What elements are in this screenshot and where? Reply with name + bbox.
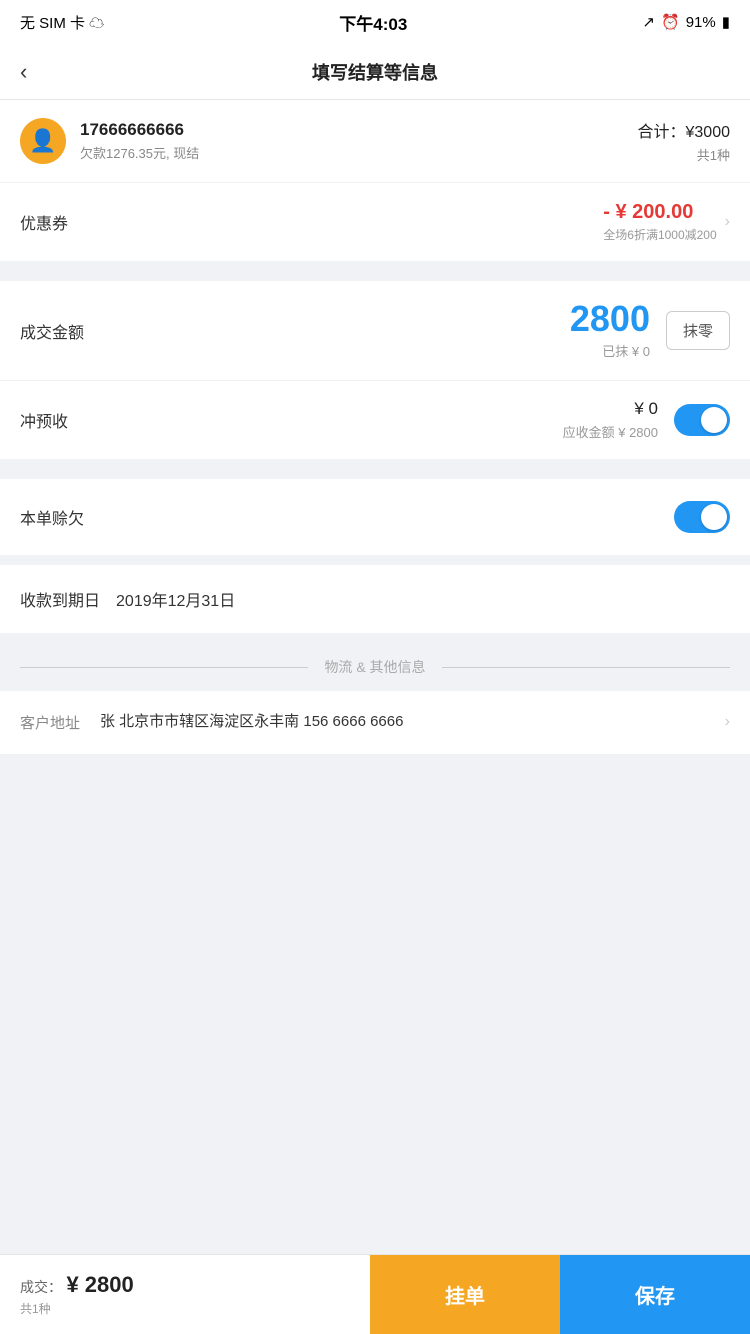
status-right: ↗ ⏰ 91% ▮ [642,13,730,31]
status-bar: 无 SIM 卡 ☁ 下午4:03 ↗ ⏰ 91% ▮ [0,0,750,44]
page-title: 填写结算等信息 [312,59,438,85]
address-row[interactable]: 客户地址 张 北京市市辖区海淀区永丰南 156 6666 6666 › [0,691,750,754]
amount-label: 成交金额 [20,319,84,343]
item-count: 共1种 [637,145,730,164]
avatar: 👤 [20,118,66,164]
amount-value: 2800 [570,301,650,337]
round-button[interactable]: 抹零 [666,311,730,350]
battery-icon: ▮ [722,13,730,31]
content: 👤 17666666666 欠款1276.35元, 现结 合计：¥3000 共1… [0,100,750,1034]
coupon-label: 优惠券 [20,210,68,234]
coupon-amount: - ¥ 200.00 [603,201,716,224]
precollect-amount: ¥ 0 [563,399,658,419]
bottom-bar: 成交： ¥ 2800 共1种 挂单 保存 [0,1254,750,1334]
total-value: ¥3000 [686,124,731,141]
bottom-summary: 成交： ¥ 2800 共1种 [0,1272,370,1317]
duedate-value: 2019年12月31日 [116,587,235,611]
back-button[interactable]: ‹ [20,59,27,85]
coupon-right: - ¥ 200.00 全场6折满1000减200 › [603,201,730,243]
coupon-info: - ¥ 200.00 全场6折满1000减200 [603,201,716,243]
logistics-label: 物流 & 其他信息 [324,657,425,677]
precollect-toggle[interactable] [674,404,730,436]
duedate-row: 收款到期日 2019年12月31日 [0,565,750,633]
precollect-value-wrap: ¥ 0 应收金额 ¥ 2800 [563,399,658,441]
precollect-sub: 应收金额 ¥ 2800 [563,422,658,441]
sim-status: 无 SIM 卡 ☁ [20,12,104,33]
nav-bar: ‹ 填写结算等信息 [0,44,750,100]
customer-row: 👤 17666666666 欠款1276.35元, 现结 合计：¥3000 共1… [0,100,750,182]
total-amount: 合计：¥3000 [637,118,730,142]
amount-sub: 已抹 ¥ 0 [570,341,650,360]
status-time: 下午4:03 [339,10,407,35]
amount-value-wrap: 2800 已抹 ¥ 0 [570,301,650,360]
deal-label: 成交： [20,1279,62,1295]
customer-card: 👤 17666666666 欠款1276.35元, 现结 合计：¥3000 共1… [0,100,750,261]
customer-debt: 欠款1276.35元, 现结 [80,143,199,162]
duedate-label: 收款到期日 [20,587,100,611]
divider-line-left [20,667,308,668]
status-left: 无 SIM 卡 ☁ [20,12,104,33]
debt-label: 本单赊欠 [20,505,84,529]
coupon-row[interactable]: 优惠券 - ¥ 200.00 全场6折满1000减200 › [0,182,750,261]
precollect-row: 冲预收 ¥ 0 应收金额 ¥ 2800 [0,380,750,459]
divider-line-right [442,667,730,668]
customer-info: 17666666666 欠款1276.35元, 现结 [80,120,199,162]
address-value: 张 北京市市辖区海淀区永丰南 156 6666 6666 [100,711,725,734]
amount-card: 成交金额 2800 已抹 ¥ 0 抹零 冲预收 ¥ 0 应收金额 ¥ 2800 [0,281,750,459]
address-label: 客户地址 [20,712,80,733]
section-divider-1 [0,271,750,281]
alarm-icon: ⏰ [661,13,680,31]
customer-right: 合计：¥3000 共1种 [637,118,730,164]
deal-count: 共1种 [20,1300,350,1317]
save-button[interactable]: 保存 [560,1255,750,1334]
customer-phone: 17666666666 [80,120,199,140]
location-icon: ↗ [642,13,655,31]
amount-right: 2800 已抹 ¥ 0 抹零 [570,301,730,360]
precollect-right: ¥ 0 应收金额 ¥ 2800 [563,399,730,441]
deal-amount: ¥ 2800 [66,1272,133,1297]
hold-button[interactable]: 挂单 [370,1255,560,1334]
customer-left: 👤 17666666666 欠款1276.35元, 现结 [20,118,199,164]
deal-row: 成交： ¥ 2800 [20,1272,350,1298]
logistics-divider: 物流 & 其他信息 [0,643,750,691]
extra-space [0,764,750,944]
address-chevron-icon: › [725,713,730,731]
section-divider-2 [0,469,750,479]
coupon-desc: 全场6折满1000减200 [603,226,716,243]
battery-level: 91% [686,14,716,31]
debt-row: 本单赊欠 [0,479,750,555]
debt-toggle[interactable] [674,501,730,533]
total-label: 合计： [637,124,685,141]
chevron-right-icon: › [725,213,730,231]
precollect-label: 冲预收 [20,408,68,432]
amount-row: 成交金额 2800 已抹 ¥ 0 抹零 [0,281,750,380]
